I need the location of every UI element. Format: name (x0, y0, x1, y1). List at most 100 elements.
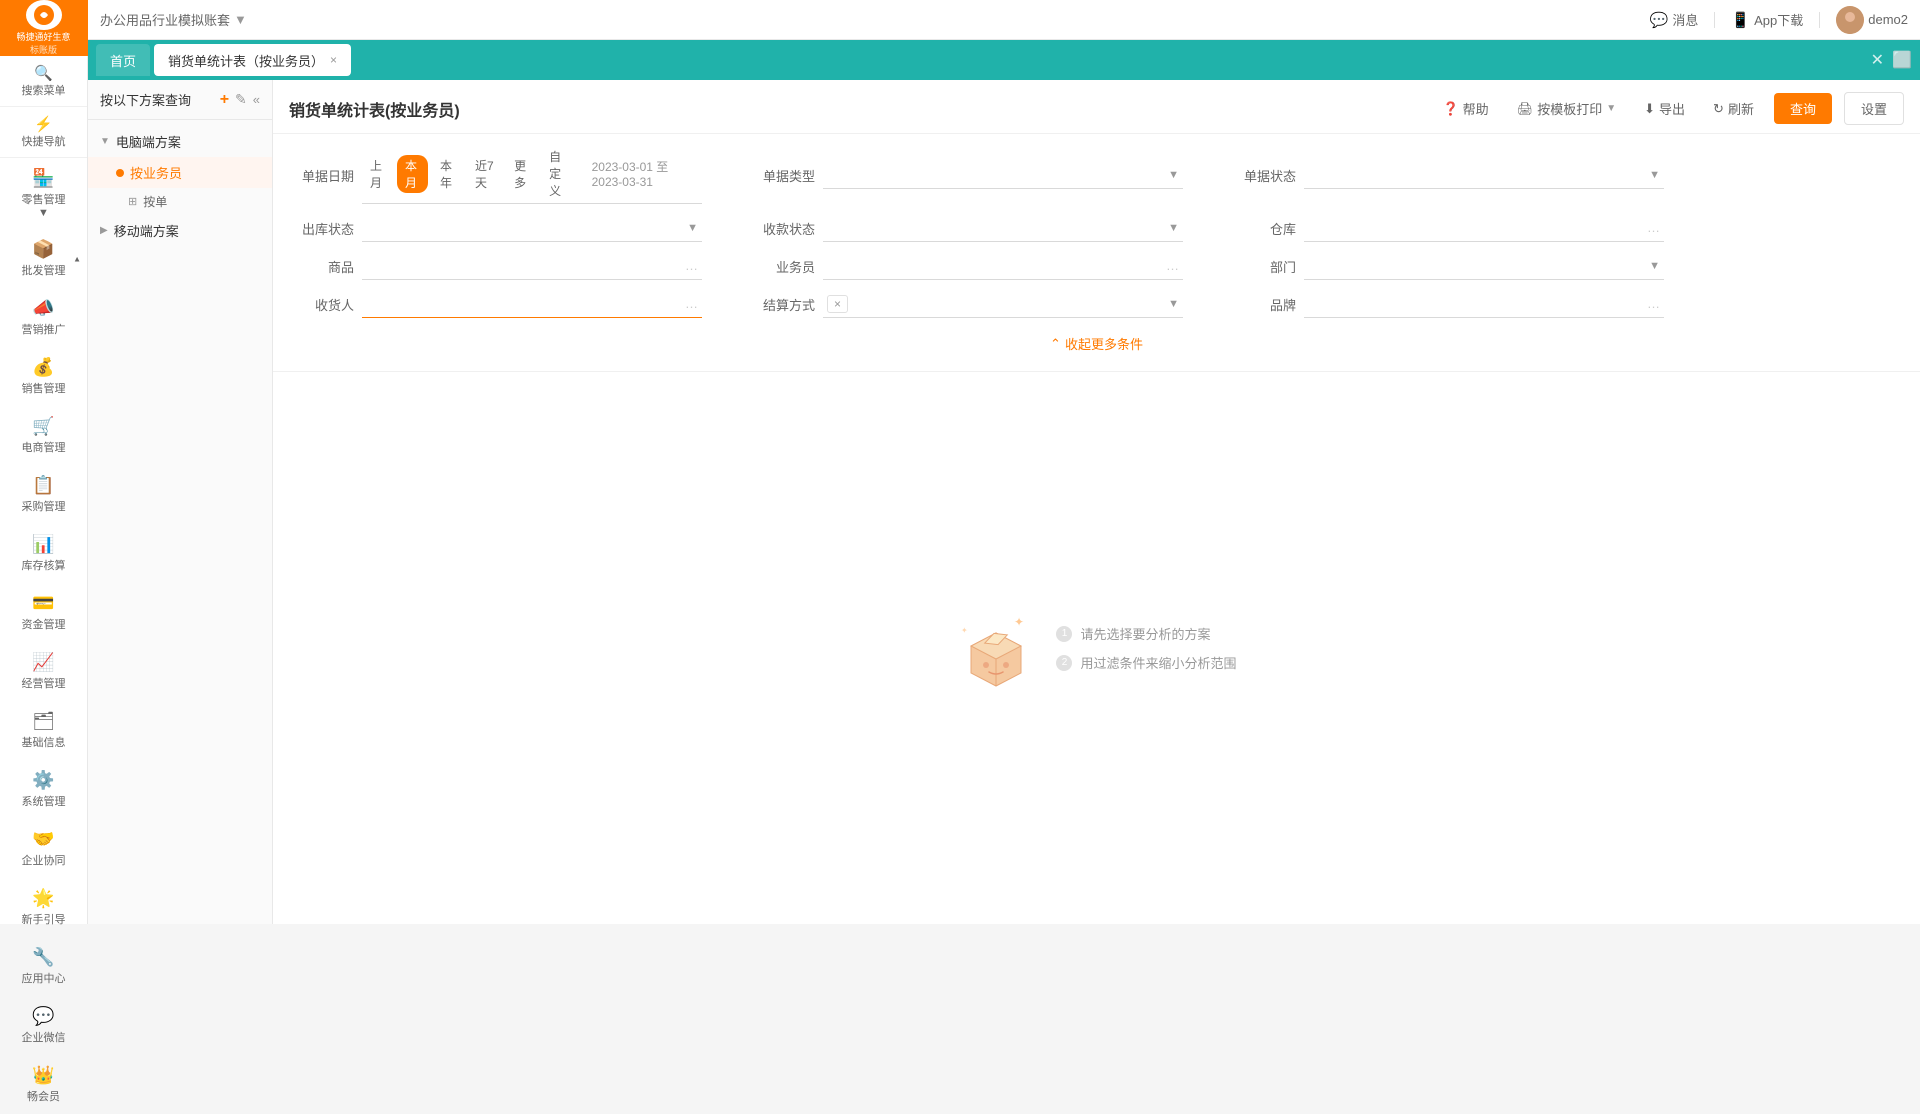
main-content: ✦ ✦ 1 请先选择要分析的方案 2 用过滤条件来缩小分析范围 (273, 372, 1920, 924)
sidebar: 畅捷通好生意 标账版 🔍 搜索菜单 ⚡ 快捷导航 🏪 零售管理 📦 批发管理 📣… (0, 0, 88, 924)
tab-close-btn[interactable]: × (330, 53, 337, 67)
warehouse-dots[interactable]: … (1647, 220, 1660, 235)
tab-maximize[interactable]: ⬜ (1892, 50, 1912, 70)
sidebar-item-apps[interactable]: 🔧 应用中心 (0, 937, 87, 996)
date-last-month[interactable]: 上月 (362, 155, 393, 193)
tip-text-2: 用过滤条件来缩小分析范围 (1080, 653, 1236, 672)
tab-close-window[interactable]: ✕ (1871, 50, 1884, 70)
tab-home[interactable]: 首页 (96, 44, 150, 76)
receiver-label: 收货人 (289, 295, 354, 314)
out-status-arrow[interactable]: ▼ (687, 222, 698, 234)
filter-row-2: 出库状态 ▼ 收款状态 ▼ 仓库 … (289, 214, 1904, 242)
help-btn[interactable]: ❓ 帮助 (1434, 95, 1496, 122)
brand-field[interactable]: … (1304, 290, 1664, 318)
setting-btn[interactable]: 设置 (1844, 92, 1904, 125)
warehouse-field[interactable]: … (1304, 214, 1664, 242)
settle-field[interactable]: × ▼ (823, 290, 1183, 318)
filter-row-4: 收货人 … 结算方式 × ▼ 品牌 … (289, 290, 1904, 318)
sidebar-item-marketing[interactable]: 📣 营销推广 (0, 288, 87, 347)
apps-icon: 🔧 (32, 947, 54, 968)
pay-status-field[interactable]: ▼ (823, 214, 1183, 242)
sidebar-item-system[interactable]: ⚙️ 系统管理 (0, 760, 87, 819)
sidebar-item-purchase[interactable]: 📋 采购管理 (0, 465, 87, 524)
date-this-month[interactable]: 本月 (397, 155, 428, 193)
doc-type-arrow[interactable]: ▼ (1168, 169, 1179, 181)
department-field[interactable]: ▼ (1304, 252, 1664, 280)
department-arrow[interactable]: ▼ (1649, 260, 1660, 272)
date-7days[interactable]: 近7天 (467, 155, 502, 193)
right-panel: 销货单统计表(按业务员) ❓ 帮助 🖨 按模板打印 ▼ ⬇ 导出 (273, 80, 1920, 924)
refresh-btn[interactable]: ↻ 刷新 (1705, 95, 1762, 122)
search-menu[interactable]: 🔍 搜索菜单 (0, 56, 87, 107)
collapse-icon: ⌃ (1050, 336, 1061, 352)
date-custom[interactable]: 自定义 (541, 146, 579, 201)
salesperson-field[interactable]: … (823, 252, 1183, 280)
date-more[interactable]: 更多 (506, 155, 537, 193)
print-btn[interactable]: 🖨 按模板打印 ▼ (1509, 95, 1624, 122)
sidebar-item-wholesale[interactable]: 📦 批发管理 (0, 229, 87, 288)
bill-label: 按单 (143, 193, 167, 210)
goods-dots[interactable]: … (685, 258, 698, 273)
out-status-field[interactable]: ▼ (362, 214, 702, 242)
message-btn[interactable]: 💬 消息 (1650, 10, 1699, 29)
user-btn[interactable]: demo2 (1836, 6, 1908, 34)
app-logo[interactable]: 畅捷通好生意 标账版 (0, 0, 88, 56)
sidebar-item-wechat[interactable]: 💬 企业微信 (0, 996, 87, 1055)
ops-label: 经营管理 (22, 675, 66, 691)
sidebar-item-retail[interactable]: 🏪 零售管理 (0, 158, 87, 229)
settle-arrow[interactable]: ▼ (1168, 298, 1179, 310)
print-dropdown-icon[interactable]: ▼ (1606, 103, 1616, 114)
sidebar-item-sales[interactable]: 💰 销售管理 (0, 347, 87, 406)
settle-tag-close[interactable]: × (834, 297, 841, 311)
wholesale-label: 批发管理 (22, 262, 66, 278)
ops-icon: 📈 (32, 652, 54, 673)
tab-sales-stat[interactable]: 销货单统计表（按业务员） × (154, 44, 351, 76)
logo-icon (26, 0, 62, 30)
date-range: 2023-03-01 至 2023-03-31 (592, 158, 702, 189)
receiver-field[interactable]: … (362, 290, 702, 318)
doc-status-arrow[interactable]: ▼ (1649, 169, 1660, 181)
divider2 (1819, 12, 1820, 28)
date-this-year[interactable]: 本年 (432, 155, 463, 193)
sidebar-item-ecom[interactable]: 🛒 电商管理 (0, 406, 87, 465)
empty-tip-1: 1 请先选择要分析的方案 (1056, 624, 1236, 643)
receiver-dots[interactable]: … (685, 296, 698, 311)
edit-schema-btn[interactable]: ✎ (235, 91, 247, 108)
sidebar-item-inventory[interactable]: 📊 库存核算 (0, 524, 87, 583)
doc-type-field[interactable]: ▼ (823, 161, 1183, 189)
sidebar-item-guide[interactable]: 🌟 新手引导 (0, 878, 87, 937)
schema-group-pc-header[interactable]: ▼ 电脑端方案 (88, 126, 272, 157)
department-label: 部门 (1231, 257, 1296, 276)
add-schema-btn[interactable]: + (220, 91, 229, 109)
doc-status-field[interactable]: ▼ (1304, 161, 1664, 189)
pay-status-arrow[interactable]: ▼ (1168, 222, 1179, 234)
sidebar-item-basic[interactable]: 🗂 基础信息 (0, 701, 87, 760)
goods-field[interactable]: … (362, 252, 702, 280)
brand-dots[interactable]: … (1647, 296, 1660, 311)
query-btn[interactable]: 查询 (1774, 93, 1832, 124)
schema-group-mobile-header[interactable]: ▶ 移动端方案 (88, 215, 272, 246)
tab-home-label: 首页 (110, 51, 136, 70)
collapse-label: 收起更多条件 (1065, 334, 1143, 353)
search-icon: 🔍 (34, 64, 53, 82)
schema-item-salesperson[interactable]: 按业务员 (88, 157, 272, 188)
collapse-btn[interactable]: ⌃ 收起更多条件 (289, 328, 1904, 359)
download-btn[interactable]: 📱 App下载 (1731, 10, 1803, 29)
active-indicator (116, 169, 124, 177)
sidebar-item-finance[interactable]: 💳 资金管理 (0, 583, 87, 642)
collapse-panel-btn[interactable]: « (253, 92, 260, 107)
sidebar-item-ops[interactable]: 📈 经营管理 (0, 642, 87, 701)
tab-sales-stat-label: 销货单统计表（按业务员） (168, 51, 324, 70)
export-btn[interactable]: ⬇ 导出 (1636, 95, 1693, 122)
breadcrumb-dropdown[interactable]: ▼ (234, 12, 247, 27)
quick-nav[interactable]: ⚡ 快捷导航 (0, 107, 87, 158)
doc-status-label: 单据状态 (1231, 166, 1296, 185)
salesperson-dots[interactable]: … (1166, 258, 1179, 273)
left-panel-header: 按以下方案查询 + ✎ « (88, 80, 272, 120)
sidebar-item-member[interactable]: 👑 畅会员 (0, 1055, 87, 1114)
group-arrow-icon: ▼ (100, 136, 110, 147)
schema-item-bill[interactable]: ⊞ 按单 (88, 188, 272, 215)
sidebar-item-corp[interactable]: 🤝 企业协同 (0, 819, 87, 878)
tabbar: 首页 销货单统计表（按业务员） × ✕ ⬜ (88, 40, 1920, 80)
page-title: 销货单统计表(按业务员) (289, 97, 460, 121)
